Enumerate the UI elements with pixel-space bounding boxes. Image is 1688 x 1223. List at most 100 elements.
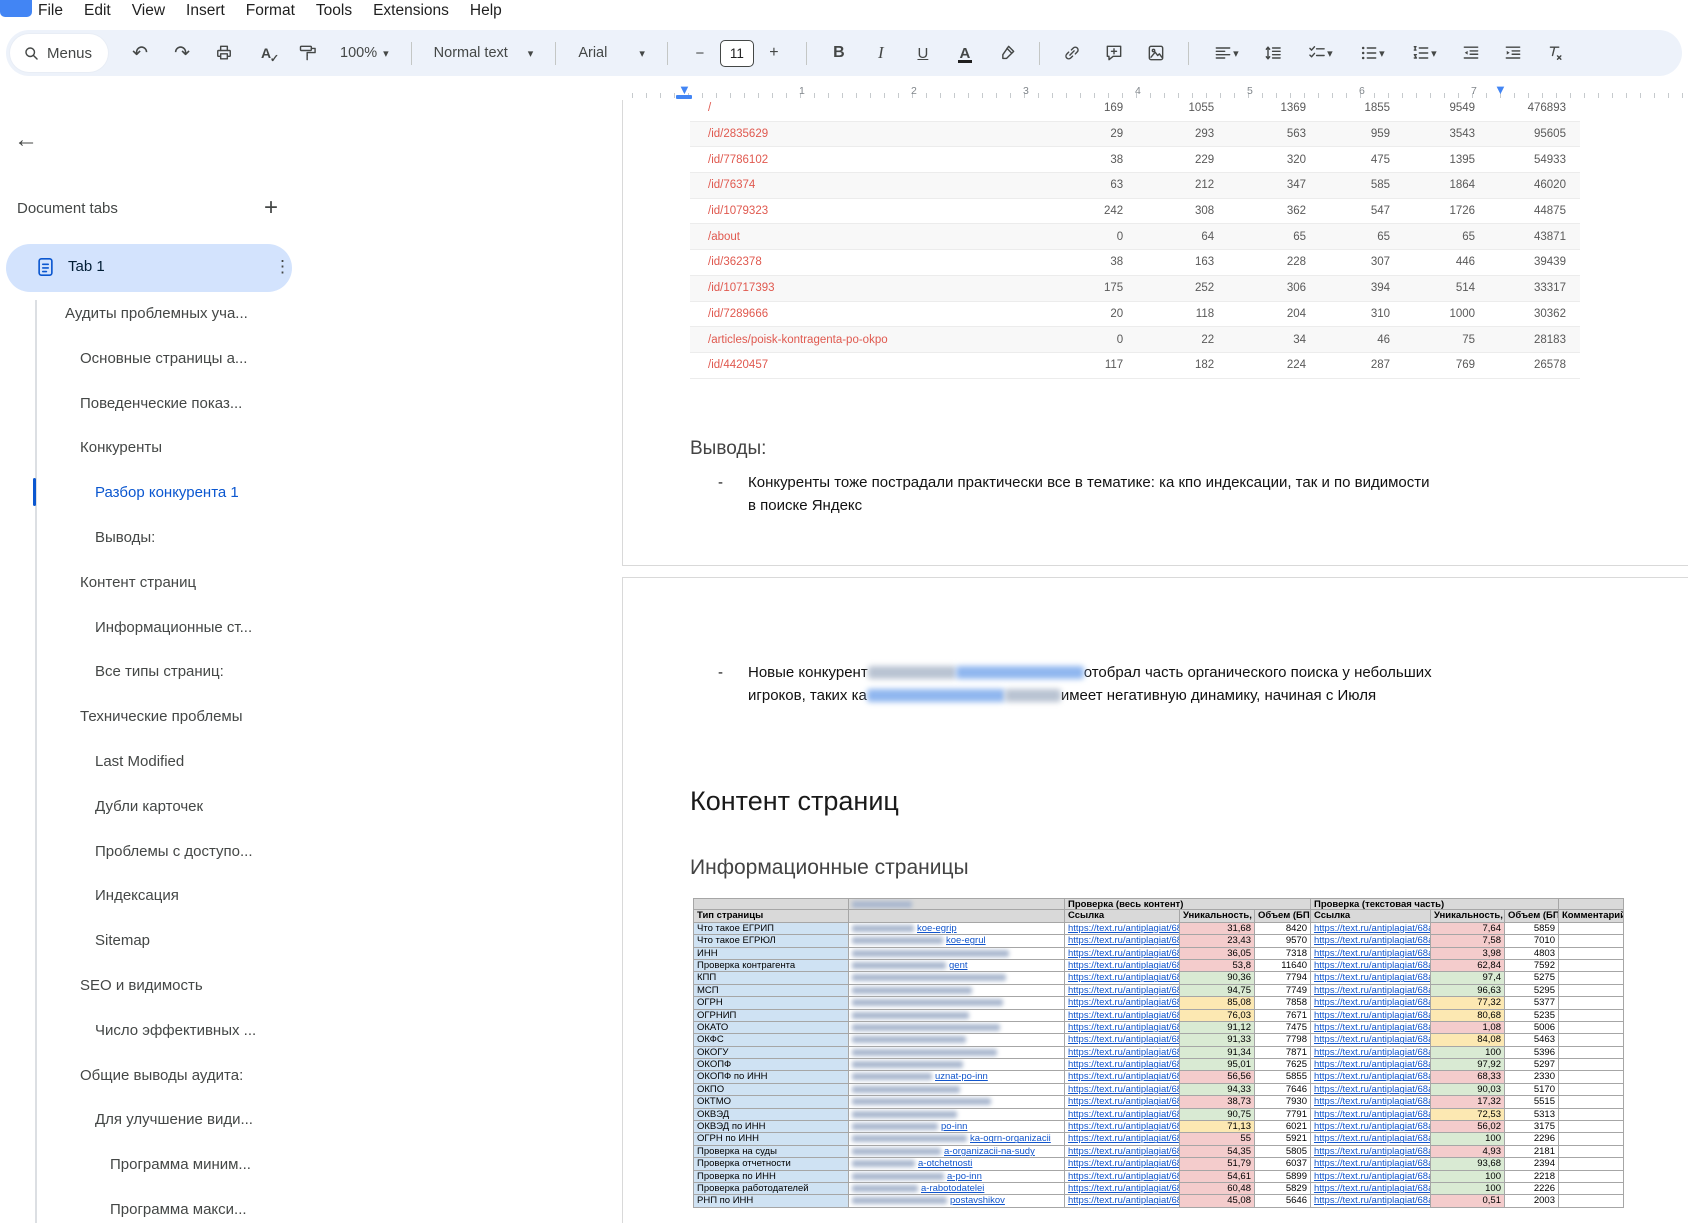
paint-format-button[interactable] bbox=[298, 42, 318, 64]
page-path-link[interactable]: /id/2835629 bbox=[690, 128, 1024, 140]
antiplagiat-link-1[interactable]: https://text.ru/antiplagiat/68 bbox=[1065, 1046, 1180, 1060]
numbered-list-button[interactable]: ▾ bbox=[1409, 42, 1439, 64]
right-indent-marker[interactable]: ▼ bbox=[1494, 82, 1507, 97]
outline-item[interactable]: Выводы: bbox=[95, 529, 155, 546]
antiplagiat-link-1[interactable]: https://text.ru/antiplagiat/68 bbox=[1065, 1096, 1180, 1109]
font-select[interactable]: Arial ▾ bbox=[578, 45, 645, 61]
outline-item[interactable]: Дубли карточек bbox=[95, 798, 203, 815]
page-path-link[interactable]: /id/10717393 bbox=[690, 282, 1024, 294]
menu-extensions[interactable]: Extensions bbox=[369, 2, 453, 20]
page-path-link[interactable]: /id/76374 bbox=[690, 179, 1024, 191]
page-url-tail-link[interactable]: a-po-inn bbox=[947, 1171, 982, 1182]
antiplagiat-link-1[interactable]: https://text.ru/antiplagiat/68 bbox=[1065, 959, 1180, 973]
antiplagiat-link-1[interactable]: https://text.ru/antiplagiat/68 bbox=[1065, 1121, 1180, 1134]
antiplagiat-link-2[interactable]: https://text.ru/antiplagiat/68ac bbox=[1311, 1195, 1431, 1208]
antiplagiat-link-2[interactable]: https://text.ru/antiplagiat/68ac bbox=[1311, 1096, 1431, 1109]
antiplagiat-link-2[interactable]: https://text.ru/antiplagiat/68a8 bbox=[1311, 959, 1431, 973]
redacted-link-blur[interactable] bbox=[866, 688, 1005, 702]
page-path-link[interactable]: / bbox=[690, 102, 1024, 114]
antiplagiat-link-2[interactable]: https://text.ru/antiplagiat/68ac bbox=[1311, 1170, 1431, 1183]
clear-formatting-button[interactable] bbox=[1545, 42, 1565, 64]
page-url-tail-link[interactable]: a-rabotodatelei bbox=[921, 1183, 984, 1194]
spell-check-button[interactable]: A ✓ bbox=[256, 42, 279, 65]
insert-link-button[interactable] bbox=[1062, 42, 1082, 64]
antiplagiat-link-2[interactable]: https://text.ru/antiplagiat/68ac bbox=[1311, 1083, 1431, 1097]
decrease-font-size-button[interactable]: − bbox=[690, 42, 710, 64]
page-url-tail-link[interactable]: gent bbox=[949, 960, 968, 971]
paragraph-style-select[interactable]: Normal text ▾ bbox=[434, 45, 534, 61]
antiplagiat-link-1[interactable]: https://text.ru/antiplagiat/68 bbox=[1065, 1170, 1180, 1183]
increase-indent-button[interactable] bbox=[1503, 42, 1523, 64]
antiplagiat-link-1[interactable]: https://text.ru/antiplagiat/68 bbox=[1065, 1195, 1180, 1208]
page-path-link[interactable]: /id/7786102 bbox=[690, 154, 1024, 166]
page-url-tail-link[interactable]: uznat-po-inn bbox=[935, 1071, 988, 1082]
decrease-indent-button[interactable] bbox=[1461, 42, 1481, 64]
page-path-link[interactable]: /id/4420457 bbox=[690, 359, 1024, 371]
outline-item[interactable]: Last Modified bbox=[95, 753, 184, 770]
outline-item[interactable]: Программа миним... bbox=[110, 1156, 251, 1173]
outline-item[interactable]: Аудиты проблемных уча... bbox=[65, 305, 248, 322]
outline-item[interactable]: Поведенческие показ... bbox=[80, 395, 242, 412]
undo-button[interactable]: ↶ bbox=[130, 42, 150, 64]
outline-item[interactable]: Общие выводы аудита: bbox=[80, 1067, 243, 1084]
antiplagiat-link-1[interactable]: https://text.ru/antiplagiat/68 bbox=[1065, 1034, 1180, 1047]
antiplagiat-link-1[interactable]: https://text.ru/antiplagiat/68 bbox=[1065, 997, 1180, 1010]
antiplagiat-link-2[interactable]: https://text.ru/antiplagiat/68ac bbox=[1311, 1145, 1431, 1159]
menu-help[interactable]: Help bbox=[466, 2, 506, 20]
outline-item[interactable]: Проблемы с доступо... bbox=[95, 843, 253, 860]
zoom-select[interactable]: 100% ▾ bbox=[340, 45, 389, 61]
outline-item[interactable]: Все типы страниц: bbox=[95, 663, 224, 680]
text-color-button[interactable]: A bbox=[955, 42, 975, 64]
antiplagiat-link-1[interactable]: https://text.ru/antiplagiat/68 bbox=[1065, 1071, 1180, 1084]
highlight-color-button[interactable] bbox=[997, 42, 1017, 64]
add-comment-button[interactable] bbox=[1104, 42, 1124, 64]
menu-edit[interactable]: Edit bbox=[80, 2, 115, 20]
align-button[interactable]: ▾ bbox=[1211, 42, 1241, 64]
underline-button[interactable]: U bbox=[913, 42, 933, 64]
antiplagiat-link-2[interactable]: https://text.ru/antiplagiat/68ac bbox=[1311, 997, 1431, 1010]
increase-font-size-button[interactable]: + bbox=[764, 42, 784, 64]
antiplagiat-link-2[interactable]: https://text.ru/antiplagiat/68a8 bbox=[1311, 972, 1431, 985]
outline-item[interactable]: SEO и видимость bbox=[80, 977, 203, 994]
print-button[interactable] bbox=[214, 42, 234, 64]
antiplagiat-link-1[interactable]: https://text.ru/antiplagiat/68 bbox=[1065, 1182, 1180, 1196]
insert-image-button[interactable] bbox=[1146, 42, 1166, 64]
bulleted-list-button[interactable]: ▾ bbox=[1357, 42, 1387, 64]
outline-item[interactable]: Число эффективных ... bbox=[95, 1022, 256, 1039]
antiplagiat-link-2[interactable]: https://text.ru/antiplagiat/68a8 bbox=[1311, 922, 1431, 936]
menus-search-button[interactable]: Menus bbox=[10, 34, 109, 72]
outline-item[interactable]: Контент страниц bbox=[80, 574, 196, 591]
page-url-tail-link[interactable]: ka-ogrn-organizacii bbox=[970, 1133, 1051, 1144]
page-url-tail-link[interactable]: koe-egrip bbox=[917, 923, 957, 934]
line-spacing-button[interactable] bbox=[1263, 42, 1283, 64]
page-url-tail-link[interactable]: a-otchetnosti bbox=[918, 1158, 972, 1169]
menu-view[interactable]: View bbox=[128, 2, 169, 20]
page-url-tail-link[interactable]: postavshikov bbox=[950, 1195, 1005, 1206]
page-path-link[interactable]: /id/1079323 bbox=[690, 205, 1024, 217]
outline-item[interactable]: Разбор конкурента 1 bbox=[95, 484, 239, 501]
antiplagiat-link-1[interactable]: https://text.ru/antiplagiat/68 bbox=[1065, 1108, 1180, 1122]
outline-item[interactable]: Конкуренты bbox=[80, 439, 162, 456]
page-path-link[interactable]: /id/362378 bbox=[690, 256, 1024, 268]
menu-tools[interactable]: Tools bbox=[312, 2, 356, 20]
outline-item[interactable]: Для улучшение види... bbox=[95, 1111, 253, 1128]
outline-item[interactable]: Индексация bbox=[95, 887, 179, 904]
antiplagiat-link-1[interactable]: https://text.ru/antiplagiat/68 bbox=[1065, 1009, 1180, 1022]
antiplagiat-link-2[interactable]: https://text.ru/antiplagiat/68ac bbox=[1311, 1133, 1431, 1146]
antiplagiat-link-2[interactable]: https://text.ru/antiplagiat/68ac bbox=[1311, 1071, 1431, 1084]
redo-button[interactable]: ↷ bbox=[172, 42, 192, 64]
antiplagiat-link-2[interactable]: https://text.ru/antiplagiat/68ac bbox=[1311, 1021, 1431, 1035]
antiplagiat-link-2[interactable]: https://text.ru/antiplagiat/68a8 bbox=[1311, 947, 1431, 960]
close-outline-button[interactable]: ← bbox=[14, 126, 38, 154]
antiplagiat-link-1[interactable]: https://text.ru/antiplagiat/68 bbox=[1065, 972, 1180, 985]
antiplagiat-link-2[interactable]: https://text.ru/antiplagiat/68ac bbox=[1311, 1158, 1431, 1171]
page-path-link[interactable]: /id/7289666 bbox=[690, 308, 1024, 320]
antiplagiat-link-2[interactable]: https://text.ru/antiplagiat/68a8 bbox=[1311, 935, 1431, 948]
menu-format[interactable]: Format bbox=[242, 2, 299, 20]
antiplagiat-link-1[interactable]: https://text.ru/antiplagiat/68 bbox=[1065, 935, 1180, 948]
antiplagiat-link-1[interactable]: https://text.ru/antiplagiat/68 bbox=[1065, 947, 1180, 960]
checklist-button[interactable]: ▾ bbox=[1305, 42, 1335, 64]
antiplagiat-link-1[interactable]: https://text.ru/antiplagiat/68 bbox=[1065, 1059, 1180, 1072]
page-path-link[interactable]: /about bbox=[690, 231, 1024, 243]
bold-button[interactable]: B bbox=[829, 42, 849, 64]
